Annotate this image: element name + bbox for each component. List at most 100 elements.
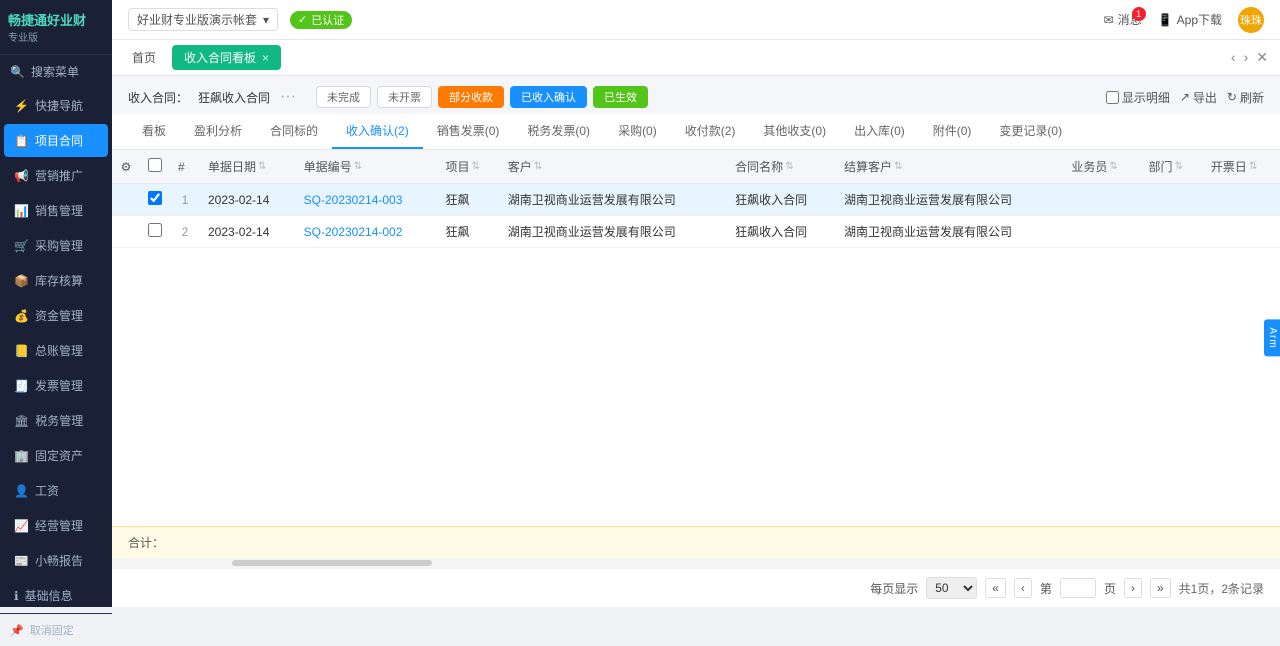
row1-checkbox[interactable] — [148, 191, 162, 205]
th-department[interactable]: 部门 ⇅ — [1141, 150, 1203, 184]
th-final-customer[interactable]: 结算客户 ⇅ — [836, 150, 1063, 184]
th-customer[interactable]: 客户 ⇅ — [500, 150, 727, 184]
sidebar-item-accounting[interactable]: 📒 总账管理 — [4, 334, 108, 367]
subtab-profit[interactable]: 盈利分析 — [180, 114, 256, 149]
message-button[interactable]: ✉ 消息 1 — [1104, 11, 1142, 28]
sidebar-item-management[interactable]: 📈 经营管理 — [4, 509, 108, 542]
subtab-inout-storage[interactable]: 出入库(0) — [840, 114, 919, 149]
show-detail-input[interactable] — [1106, 91, 1119, 104]
th-department-sort[interactable]: 部门 ⇅ — [1149, 158, 1183, 175]
show-detail-checkbox[interactable]: 显示明细 — [1106, 89, 1170, 106]
subtab-attachment[interactable]: 附件(0) — [919, 114, 986, 149]
th-finalcustomer-sort[interactable]: 结算客户 ⇅ — [844, 158, 902, 175]
sidebar-item-sales[interactable]: 📊 销售管理 — [4, 194, 108, 227]
subtab-subject[interactable]: 合同标的 — [256, 114, 332, 149]
prev-page-button[interactable]: ‹ — [1014, 578, 1032, 598]
subtab-payment[interactable]: 收付款(2) — [671, 114, 750, 149]
subtab-tax-invoice[interactable]: 税务发票(0) — [513, 114, 604, 149]
tab-close-all-icon[interactable]: ✕ — [1256, 49, 1268, 66]
settings-gear-icon[interactable]: ⚙ — [121, 160, 132, 174]
sidebar-item-fund[interactable]: 💰 资金管理 — [4, 299, 108, 332]
status-btn-partial[interactable]: 部分收款 — [438, 86, 504, 108]
subtab-kanban[interactable]: 看板 — [128, 114, 180, 149]
sidebar-search[interactable]: 🔍 搜索菜单 — [0, 55, 112, 88]
row2-salesperson — [1063, 216, 1140, 248]
th-doc-no[interactable]: 单据编号 ⇅ — [296, 150, 438, 184]
sidebar-item-invoice[interactable]: 🧾 发票管理 — [4, 369, 108, 402]
current-page-input[interactable]: 1 — [1060, 578, 1096, 598]
row2-checkbox[interactable] — [148, 223, 162, 237]
th-contractname-sort[interactable]: 合同名称 ⇅ — [735, 158, 793, 175]
home-tab[interactable]: 首页 — [124, 49, 164, 66]
subtab-purchase[interactable]: 采购(0) — [604, 114, 671, 149]
th-opendate-sort[interactable]: 开票日 ⇅ — [1211, 158, 1257, 175]
row2-docno-link[interactable]: SQ-20230214-002 — [304, 225, 403, 239]
sidebar-item-quick-nav[interactable]: ⚡ 快捷导航 — [4, 89, 108, 122]
subtab-other-income[interactable]: 其他收支(0) — [749, 114, 840, 149]
next-page-button[interactable]: › — [1124, 578, 1142, 598]
sidebar-item-marketing[interactable]: 📢 营销推广 — [4, 159, 108, 192]
sidebar-item-purchase[interactable]: 🛒 采购管理 — [4, 229, 108, 262]
subtab-income-confirm[interactable]: 收入确认(2) — [332, 114, 423, 149]
row2-contract-name: 狂飙收入合同 — [727, 216, 836, 248]
row1-docno-link[interactable]: SQ-20230214-003 — [304, 193, 403, 207]
app-download-button[interactable]: 📱 App下载 — [1158, 11, 1222, 28]
th-checkbox[interactable] — [140, 150, 170, 184]
right-panel-icon[interactable]: Arm — [1264, 319, 1280, 356]
message-icon: ✉ — [1104, 13, 1114, 27]
sidebar-item-reports[interactable]: 📰 小畅报告 — [4, 544, 108, 577]
th-contract-name[interactable]: 合同名称 ⇅ — [727, 150, 836, 184]
row1-num: 1 — [170, 184, 200, 216]
sidebar-item-fixed-assets[interactable]: 🏢 固定资产 — [4, 439, 108, 472]
sidebar-item-inventory[interactable]: 📦 库存核算 — [4, 264, 108, 297]
th-department-label: 部门 — [1149, 158, 1173, 175]
status-btn-uninvoiced[interactable]: 未开票 — [377, 86, 432, 108]
sidebar-item-tax[interactable]: 🏛 税务管理 — [4, 404, 108, 437]
select-all-checkbox[interactable] — [148, 158, 162, 172]
th-customer-sort[interactable]: 客户 ⇅ — [508, 158, 542, 175]
th-date[interactable]: 单据日期 ⇅ — [200, 150, 296, 184]
scroll-thumb[interactable] — [232, 560, 432, 566]
refresh-button[interactable]: ↻ 刷新 — [1227, 89, 1264, 106]
chevron-down-icon: ▾ — [263, 13, 269, 27]
subtab-sales-invoice[interactable]: 销售发票(0) — [423, 114, 514, 149]
subtab-change-log[interactable]: 变更记录(0) — [985, 114, 1076, 149]
th-docno-sort[interactable]: 单据编号 ⇅ — [304, 158, 362, 175]
user-avatar-button[interactable]: 珠珠 — [1238, 7, 1264, 33]
user-name: 珠珠 — [1240, 12, 1262, 28]
company-selector[interactable]: 好业财专业版演示帐套 ▾ — [128, 8, 278, 31]
row2-docno[interactable]: SQ-20230214-002 — [296, 216, 438, 248]
tab-prev-icon[interactable]: ‹ — [1231, 49, 1236, 66]
reports-icon: 📰 — [14, 554, 29, 568]
sidebar-item-labor[interactable]: 👤 工资 — [4, 474, 108, 507]
tab-close-icon[interactable]: × — [262, 51, 269, 65]
row2-checkbox-cell[interactable] — [140, 216, 170, 248]
th-salesperson-sort[interactable]: 业务员 ⇅ — [1071, 158, 1117, 175]
sidebar-item-basic-info[interactable]: ℹ 基础信息 — [4, 579, 108, 612]
table-row[interactable]: 1 2023-02-14 SQ-20230214-003 狂飙 湖南卫视商业运营… — [112, 184, 1280, 216]
th-project-sort[interactable]: 项目 ⇅ — [445, 158, 479, 175]
sidebar-bottom-action[interactable]: 📌 取消固定 — [0, 613, 112, 646]
th-salesperson[interactable]: 业务员 ⇅ — [1063, 150, 1140, 184]
status-btn-confirmed[interactable]: 已收入确认 — [510, 86, 587, 108]
th-settings[interactable]: ⚙ — [112, 150, 140, 184]
page-size-select[interactable]: 50 20 100 — [926, 577, 977, 599]
message-count-badge: 1 — [1132, 7, 1146, 21]
first-page-button[interactable]: « — [985, 578, 1006, 598]
row1-docno[interactable]: SQ-20230214-003 — [296, 184, 438, 216]
th-date-sort[interactable]: 单据日期 ⇅ — [208, 158, 266, 175]
contract-more-icon[interactable]: ··· — [280, 88, 296, 106]
th-project[interactable]: 项目 ⇅ — [437, 150, 499, 184]
status-btn-incomplete[interactable]: 未完成 — [316, 86, 371, 108]
sidebar-item-project-contract[interactable]: 📋 项目合同 — [4, 124, 108, 157]
tab-next-icon[interactable]: › — [1244, 49, 1249, 66]
last-page-button[interactable]: » — [1150, 578, 1171, 598]
logo-area: 畅捷通好业财 专业版 — [0, 0, 112, 55]
table-row[interactable]: 2 2023-02-14 SQ-20230214-002 狂飙 湖南卫视商业运营… — [112, 216, 1280, 248]
status-btn-effective[interactable]: 已生效 — [593, 86, 648, 108]
scrollbar-area[interactable] — [112, 558, 1280, 568]
active-tab[interactable]: 收入合同看板 × — [172, 45, 281, 70]
row1-checkbox-cell[interactable] — [140, 184, 170, 216]
export-button[interactable]: ↗ 导出 — [1180, 89, 1217, 106]
th-open-date[interactable]: 开票日 ⇅ — [1203, 150, 1280, 184]
